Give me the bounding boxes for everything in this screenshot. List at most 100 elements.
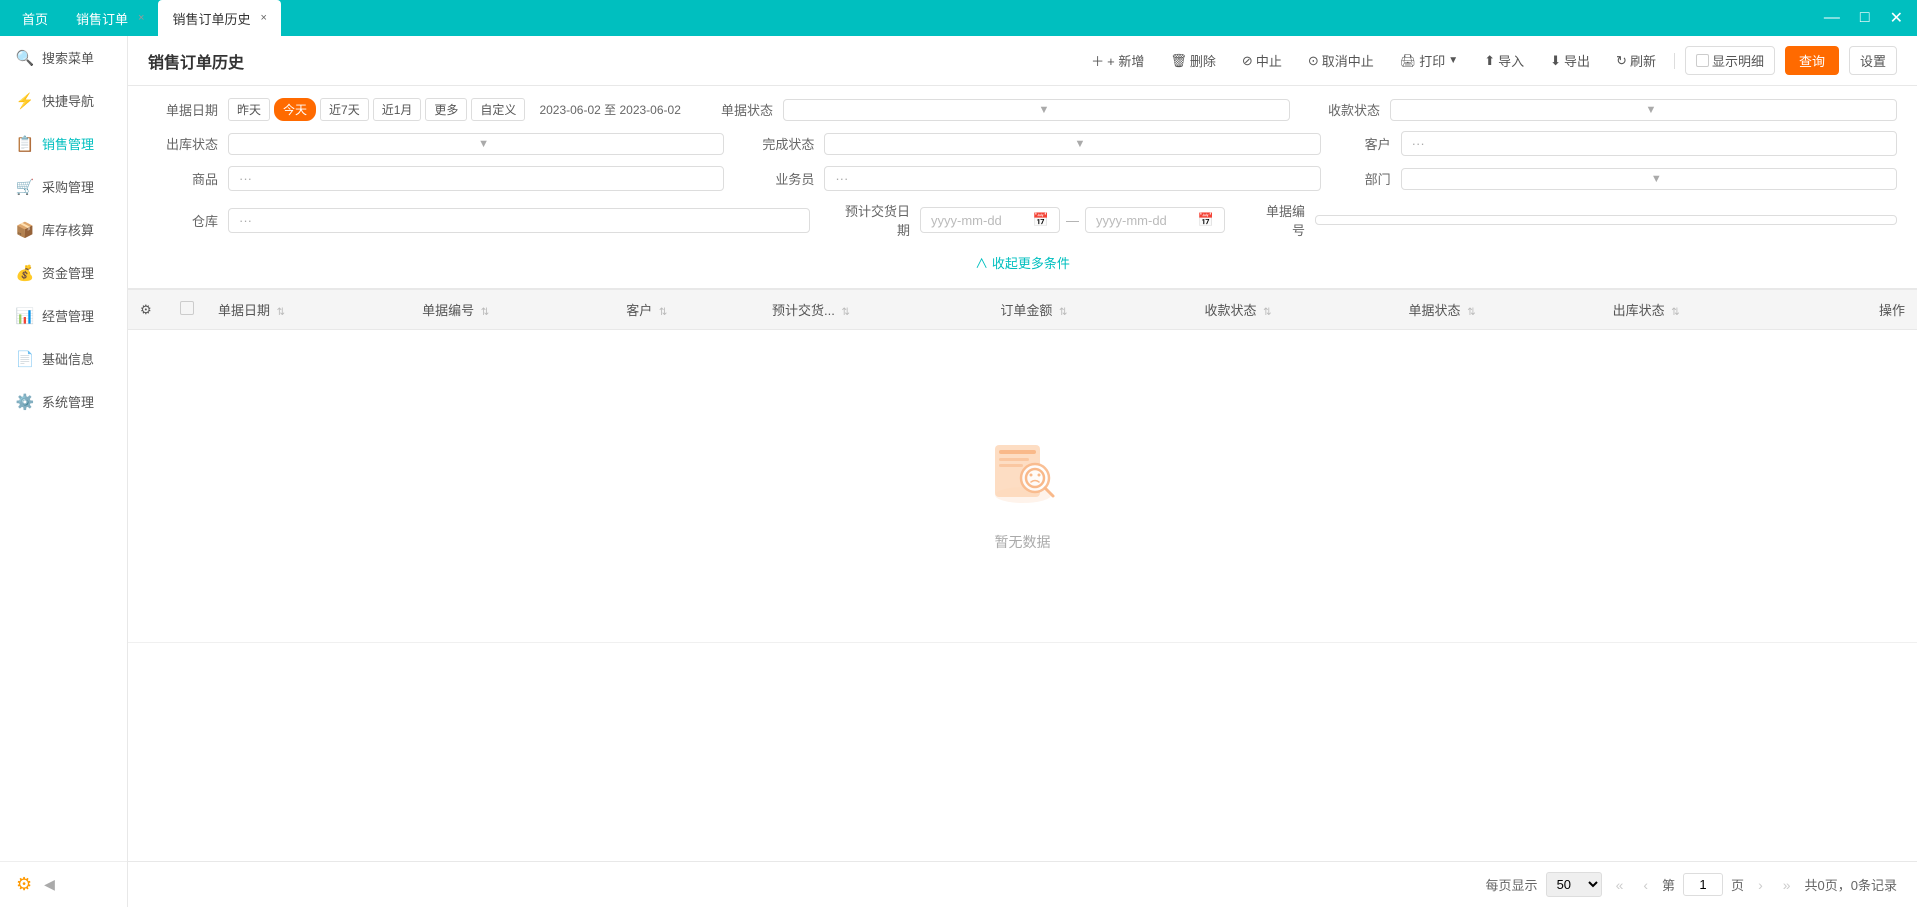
maximize-button[interactable]: □ — [1854, 7, 1876, 29]
cancel-stop-button[interactable]: ⊙ 取消中止 — [1300, 47, 1382, 74]
th-settings[interactable]: ⚙ — [128, 290, 168, 330]
expected-date-to[interactable]: yyyy-mm-dd 📅 — [1085, 207, 1225, 233]
sort-payment-status-icon: ⇅ — [1263, 307, 1271, 318]
select-all-checkbox[interactable] — [180, 301, 194, 315]
stop-button[interactable]: ⊘ 中止 — [1234, 47, 1290, 74]
sidebar-item-inventory-check[interactable]: 📦 库存核算 — [0, 208, 127, 251]
sidebar-item-fund-mgmt[interactable]: 💰 资金管理 — [0, 251, 127, 294]
date-btn-yesterday[interactable]: 昨天 — [228, 98, 270, 121]
add-button[interactable]: ＋ + 新增 — [1083, 47, 1152, 74]
print-label: 打印 — [1419, 51, 1445, 70]
outbound-status-label: 出库状态 — [148, 134, 228, 153]
sort-outbound-status-icon: ⇅ — [1671, 307, 1679, 318]
tab-sales-order-history-close[interactable]: × — [260, 12, 266, 24]
th-order-status[interactable]: 单据状态 ⇅ — [1397, 290, 1601, 330]
page-input[interactable] — [1683, 873, 1723, 896]
tab-sales-order-history[interactable]: 销售订单历史 × — [158, 0, 280, 36]
import-button[interactable]: ⬆ 导入 — [1476, 47, 1532, 74]
prev-page-button[interactable]: ‹ — [1637, 874, 1654, 896]
outbound-status-select[interactable]: ▼ — [228, 133, 724, 155]
th-amount[interactable]: 订单金额 ⇅ — [988, 290, 1192, 330]
product-label: 商品 — [148, 169, 228, 188]
export-label: 导出 — [1564, 51, 1590, 70]
sidebar-item-purchase-mgmt[interactable]: 🛒 采购管理 — [0, 165, 127, 208]
sidebar-item-quick-nav[interactable]: ⚡ 快捷导航 — [0, 79, 127, 122]
minimize-button[interactable]: — — [1818, 7, 1846, 29]
show-detail-label: 显示明细 — [1712, 51, 1764, 70]
date-to-value: yyyy-mm-dd — [1096, 213, 1194, 228]
sidebar-item-operation-mgmt[interactable]: 📊 经营管理 — [0, 294, 127, 337]
settings-config-label: 设置 — [1860, 51, 1886, 70]
customer-label: 客户 — [1351, 134, 1401, 153]
close-button[interactable]: ✕ — [1884, 6, 1909, 30]
salesperson-input[interactable]: ··· — [824, 166, 1320, 191]
product-input[interactable]: ··· — [228, 166, 724, 191]
filter-row-1: 单据日期 昨天 今天 近7天 近1月 更多 自定义 2023-06-02 至 2… — [148, 98, 1897, 121]
delete-button[interactable]: 🗑 删除 — [1162, 47, 1224, 74]
customer-input[interactable]: ··· — [1401, 131, 1897, 156]
sidebar-item-search-menu[interactable]: 🔍 搜索菜单 — [0, 36, 127, 79]
query-button[interactable]: 查询 — [1785, 46, 1839, 75]
fund-mgmt-icon: 💰 — [16, 264, 34, 282]
sort-order-no-icon: ⇅ — [481, 307, 489, 318]
date-filter-control: 昨天 今天 近7天 近1月 更多 自定义 2023-06-02 至 2023-0… — [228, 98, 713, 121]
date-btn-7days[interactable]: 近7天 — [320, 98, 369, 121]
last-page-button[interactable]: » — [1777, 874, 1797, 896]
next-page-button[interactable]: › — [1752, 874, 1769, 896]
th-expected-delivery[interactable]: 预计交货... ⇅ — [760, 290, 988, 330]
search-menu-icon: 🔍 — [16, 49, 34, 67]
sidebar-item-sales-mgmt[interactable]: 📋 销售管理 — [0, 122, 127, 165]
tab-home[interactable]: 首页 — [8, 0, 62, 36]
refresh-button[interactable]: ↻ 刷新 — [1608, 47, 1664, 74]
empty-state: 暂无数据 — [140, 340, 1905, 632]
sidebar-item-system-mgmt[interactable]: ⚙️ 系统管理 — [0, 380, 127, 423]
refresh-icon: ↻ — [1616, 53, 1627, 69]
sidebar-item-search-menu-label: 搜索菜单 — [42, 48, 94, 67]
department-select[interactable]: ▼ — [1401, 168, 1897, 190]
warehouse-label: 仓库 — [148, 211, 228, 230]
cancel-stop-icon: ⊙ — [1308, 53, 1319, 69]
settings-config-button[interactable]: 设置 — [1849, 46, 1897, 75]
order-status-arrow-icon: ▼ — [1039, 104, 1280, 116]
th-customer[interactable]: 客户 ⇅ — [614, 290, 760, 330]
payment-status-select[interactable]: ▼ — [1390, 99, 1897, 121]
operation-mgmt-icon: 📊 — [16, 307, 34, 325]
th-order-no[interactable]: 单据编号 ⇅ — [410, 290, 614, 330]
order-status-select[interactable]: ▼ — [783, 99, 1290, 121]
date-btn-more[interactable]: 更多 — [425, 98, 467, 121]
expected-date-from[interactable]: yyyy-mm-dd 📅 — [920, 207, 1060, 233]
cancel-stop-label: 取消中止 — [1322, 51, 1374, 70]
th-expected-delivery-label: 预计交货... — [772, 303, 835, 318]
print-button[interactable]: 🖨 打印 ▼ — [1392, 47, 1466, 74]
tab-sales-order[interactable]: 销售订单 × — [62, 0, 158, 36]
sidebar-collapse-icon[interactable]: ◀ — [44, 876, 55, 893]
settings-gear-icon[interactable]: ⚙ — [140, 302, 152, 317]
first-page-button[interactable]: « — [1610, 874, 1630, 896]
th-payment-status[interactable]: 收款状态 ⇅ — [1192, 290, 1396, 330]
product-value: ··· — [239, 171, 713, 186]
date-btn-today[interactable]: 今天 — [274, 98, 316, 121]
th-checkbox[interactable] — [168, 290, 206, 330]
filter-row-2: 出库状态 ▼ 完成状态 ▼ 客户 ··· — [148, 131, 1897, 156]
collapse-more-button[interactable]: ∧ 收起更多条件 — [148, 249, 1897, 276]
calendar-from-icon: 📅 — [1033, 212, 1049, 228]
show-detail-button[interactable]: 显示明细 — [1685, 46, 1775, 75]
warehouse-input[interactable]: ··· — [228, 208, 810, 233]
date-btn-1month[interactable]: 近1月 — [373, 98, 422, 121]
date-btn-custom[interactable]: 自定义 — [471, 98, 525, 121]
export-button[interactable]: ⬇ 导出 — [1542, 47, 1598, 74]
order-number-input[interactable] — [1315, 215, 1897, 225]
sidebar-settings-icon[interactable]: ⚙ — [16, 874, 32, 895]
sidebar-item-basic-info[interactable]: 📄 基础信息 — [0, 337, 127, 380]
completion-status-select[interactable]: ▼ — [824, 133, 1320, 155]
sidebar-item-inventory-check-label: 库存核算 — [42, 220, 94, 239]
th-outbound-status[interactable]: 出库状态 ⇅ — [1601, 290, 1805, 330]
th-date[interactable]: 单据日期 ⇅ — [206, 290, 410, 330]
tab-sales-order-history-label: 销售订单历史 — [172, 9, 250, 28]
table-body: 暂无数据 — [128, 330, 1917, 643]
empty-row: 暂无数据 — [128, 330, 1917, 643]
calendar-to-icon: 📅 — [1198, 212, 1214, 228]
import-label: 导入 — [1498, 51, 1524, 70]
tab-sales-order-close[interactable]: × — [138, 12, 144, 24]
per-page-select[interactable]: 50 10 20 100 — [1546, 872, 1602, 897]
